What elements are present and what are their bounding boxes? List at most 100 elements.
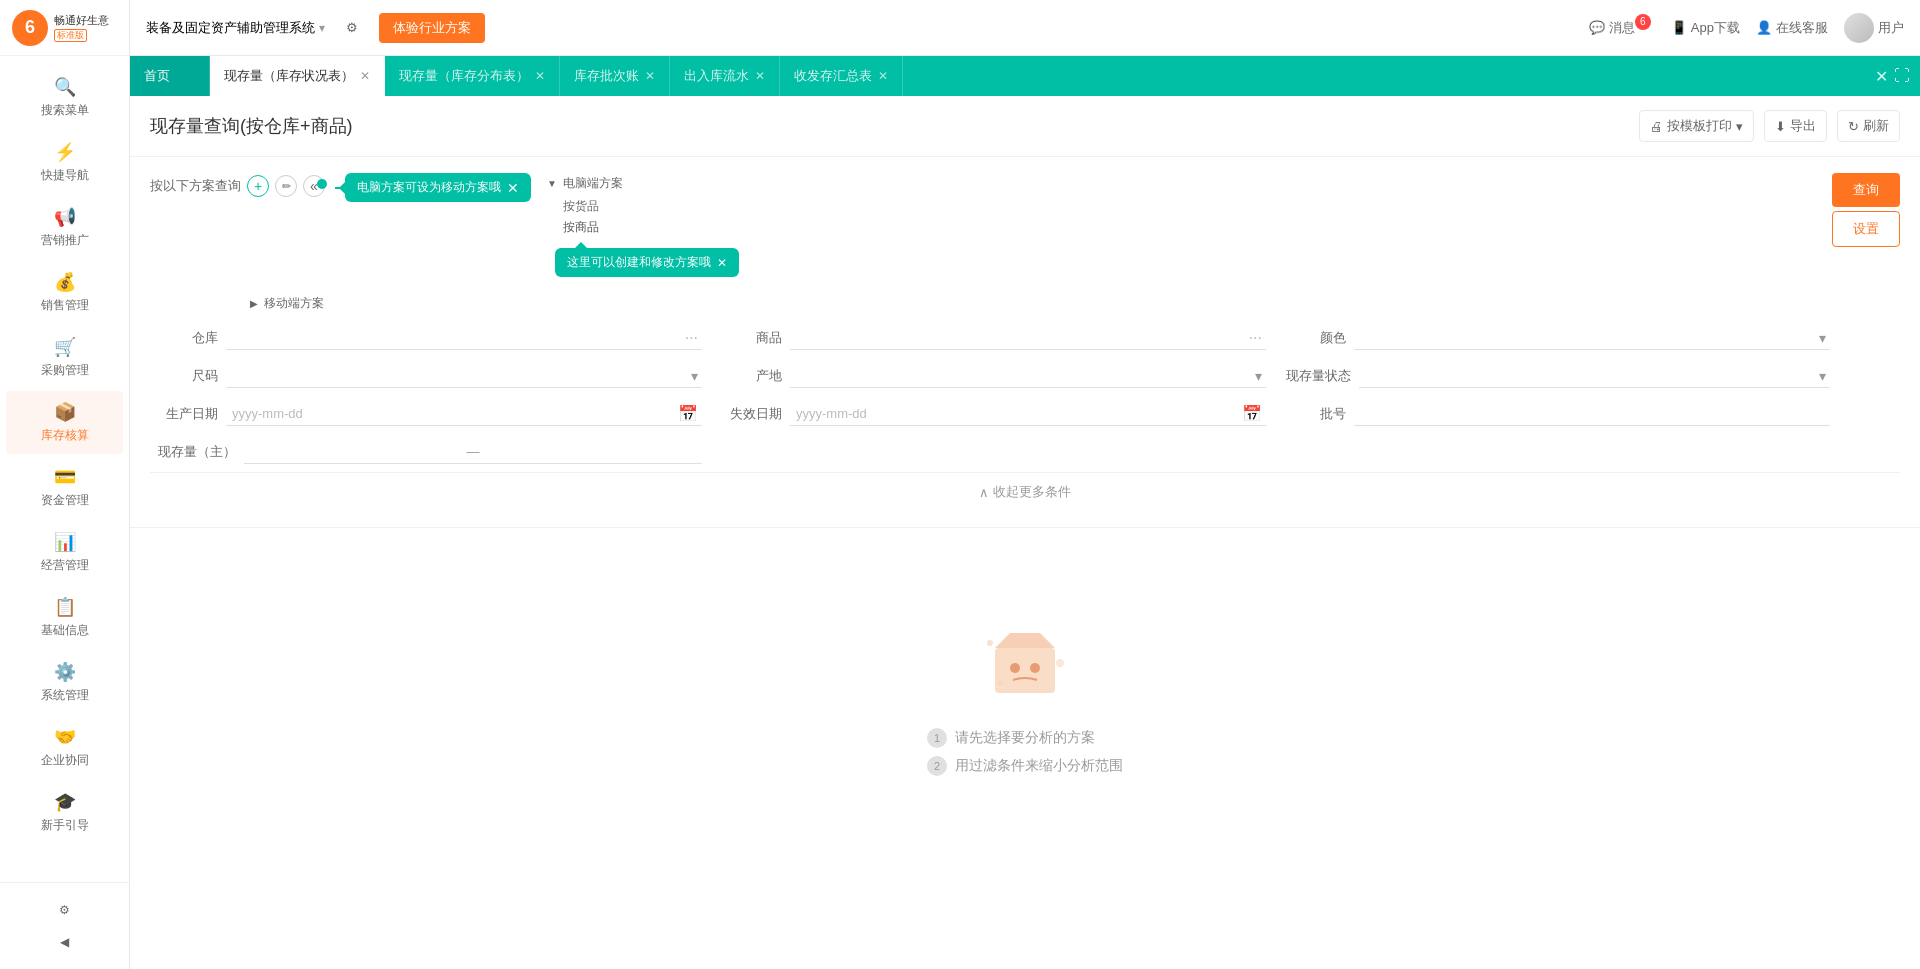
- sidebar-item-sales[interactable]: 💰 销售管理: [6, 261, 123, 324]
- tab-inout-flow[interactable]: 出入库流水 ✕: [670, 56, 780, 96]
- production-date-input[interactable]: [226, 402, 674, 425]
- filter-inventory-status: 现存量状态 ▾: [1286, 364, 1830, 388]
- production-date-calendar-icon[interactable]: 📅: [674, 404, 702, 423]
- scheme-item-by-goods[interactable]: 按货品: [547, 196, 739, 217]
- origin-input[interactable]: [790, 364, 1251, 387]
- scheme-item-by-commodity[interactable]: 按商品: [547, 217, 739, 238]
- sidebar-settings-btn[interactable]: ⚙: [6, 895, 123, 925]
- header-settings-btn[interactable]: ⚙: [337, 13, 367, 43]
- inventory-qty-label: 现存量（主）: [158, 443, 236, 461]
- inventory-qty-to[interactable]: [486, 440, 703, 463]
- tab-batch-account-close[interactable]: ✕: [645, 69, 655, 83]
- warehouse-input[interactable]: [226, 326, 681, 349]
- sidebar-item-label: 采购管理: [41, 362, 89, 379]
- phone-icon: 📱: [1671, 20, 1687, 35]
- sidebar-nav: 🔍 搜索菜单 ⚡ 快捷导航 📢 营销推广 💰 销售管理 🛒 采购管理 📦 库存核…: [0, 56, 129, 882]
- mobile-expand-icon: ▶: [250, 298, 258, 309]
- sidebar-collapse-btn[interactable]: ◀: [6, 927, 123, 957]
- color-input[interactable]: [1354, 326, 1815, 349]
- step-num-1: 1: [927, 728, 947, 748]
- tab-inventory-dist-close[interactable]: ✕: [535, 69, 545, 83]
- color-label: 颜色: [1286, 329, 1346, 347]
- scheme-desktop-label: 电脑端方案: [563, 175, 623, 192]
- svg-point-4: [1056, 659, 1064, 667]
- scheme-mobile-header[interactable]: ▶ 移动端方案: [250, 291, 1900, 316]
- tab-home[interactable]: 首页: [130, 56, 210, 96]
- quicknav-icon: ⚡: [54, 141, 76, 163]
- support-icon: 👤: [1756, 20, 1772, 35]
- tab-inventory-status-close[interactable]: ✕: [360, 69, 370, 83]
- template-print-btn[interactable]: 🖨 按模板打印 ▾: [1639, 110, 1754, 142]
- empty-illustration: [975, 608, 1075, 708]
- filter-add-btn[interactable]: +: [247, 175, 269, 197]
- tab-inventory-status[interactable]: 现存量（库存状况表） ✕: [210, 56, 385, 96]
- tooltip-1-close[interactable]: ✕: [507, 180, 519, 196]
- inventory-status-input[interactable]: [1359, 364, 1815, 387]
- sidebar-item-basic[interactable]: 📋 基础信息: [6, 586, 123, 649]
- warehouse-dots[interactable]: ···: [681, 329, 702, 347]
- top-header: 装备及固定资产辅助管理系统 ▾ ⚙ 体验行业方案 💬 消息 6 📱 App下载 …: [130, 0, 1920, 56]
- inventory-status-dropdown-icon[interactable]: ▾: [1815, 368, 1830, 384]
- reset-btn[interactable]: 设置: [1832, 211, 1900, 247]
- highlight-dot: [317, 179, 327, 189]
- color-dropdown-icon[interactable]: ▾: [1815, 330, 1830, 346]
- sidebar-item-purchase[interactable]: 🛒 采购管理: [6, 326, 123, 389]
- size-input[interactable]: [226, 364, 687, 387]
- sidebar-item-label: 基础信息: [41, 622, 89, 639]
- sidebar-item-search[interactable]: 🔍 搜索菜单: [6, 66, 123, 129]
- marketing-icon: 📢: [54, 206, 76, 228]
- sidebar-item-finance[interactable]: 💳 资金管理: [6, 456, 123, 519]
- tab-receive-summary[interactable]: 收发存汇总表 ✕: [780, 56, 903, 96]
- industry-btn[interactable]: 体验行业方案: [379, 13, 485, 43]
- origin-dropdown-icon[interactable]: ▾: [1251, 368, 1266, 384]
- empty-step-1: 1 请先选择要分析的方案: [927, 728, 1123, 748]
- sidebar-item-system[interactable]: ⚙️ 系统管理: [6, 651, 123, 714]
- tab-inventory-dist-label: 现存量（库存分布表）: [399, 67, 529, 85]
- tab-batch-account-label: 库存批次账: [574, 67, 639, 85]
- scheme-desktop-header[interactable]: ▼ 电脑端方案: [547, 171, 739, 196]
- inventory-qty-from[interactable]: [244, 440, 461, 463]
- system-name-select[interactable]: 装备及固定资产辅助管理系统 ▾: [146, 19, 325, 37]
- basic-icon: 📋: [54, 596, 76, 618]
- empty-steps: 1 请先选择要分析的方案 2 用过滤条件来缩小分析范围: [927, 728, 1123, 784]
- user-name-label: 用户: [1878, 19, 1904, 37]
- batch-input[interactable]: [1354, 402, 1830, 425]
- tooltip-2-close[interactable]: ✕: [717, 256, 727, 270]
- message-badge: 6: [1635, 14, 1651, 30]
- sidebar-item-enterprise[interactable]: 🤝 企业协同: [6, 716, 123, 779]
- commodity-input[interactable]: [790, 326, 1245, 349]
- collapse-btn[interactable]: ∧ 收起更多条件: [979, 483, 1071, 501]
- sidebar-item-operations[interactable]: 📊 经营管理: [6, 521, 123, 584]
- app-download-btn[interactable]: 📱 App下载: [1671, 19, 1740, 37]
- user-menu[interactable]: 用户: [1844, 13, 1904, 43]
- tab-fullscreen-icon[interactable]: ⛶: [1894, 67, 1910, 85]
- tab-inventory-status-label: 现存量（库存状况表）: [224, 67, 354, 85]
- tab-receive-summary-label: 收发存汇总表: [794, 67, 872, 85]
- filter-edit-btn[interactable]: ✏: [275, 175, 297, 197]
- tab-inventory-dist[interactable]: 现存量（库存分布表） ✕: [385, 56, 560, 96]
- commodity-dots[interactable]: ···: [1245, 329, 1266, 347]
- sidebar-item-guide[interactable]: 🎓 新手引导: [6, 781, 123, 844]
- origin-label: 产地: [722, 367, 782, 385]
- search-btn[interactable]: 查询: [1832, 173, 1900, 207]
- export-btn[interactable]: ⬇ 导出: [1764, 110, 1827, 142]
- inventory-status-label: 现存量状态: [1286, 367, 1351, 385]
- expiry-date-calendar-icon[interactable]: 📅: [1238, 404, 1266, 423]
- online-support-btn[interactable]: 👤 在线客服: [1756, 19, 1828, 37]
- sidebar-item-marketing[interactable]: 📢 营销推广: [6, 196, 123, 259]
- collapse-bottom-icon: ◀: [60, 935, 69, 949]
- size-dropdown-icon[interactable]: ▾: [687, 368, 702, 384]
- refresh-btn[interactable]: ↻ 刷新: [1837, 110, 1900, 142]
- tab-close-all-icon[interactable]: ✕: [1875, 67, 1888, 86]
- tab-batch-account[interactable]: 库存批次账 ✕: [560, 56, 670, 96]
- sidebar-item-inventory[interactable]: 📦 库存核算: [6, 391, 123, 454]
- logo-badge: 标准版: [54, 29, 87, 43]
- logo-area: 6 畅通好生意 标准版: [0, 0, 129, 56]
- sidebar-item-quicknav[interactable]: ⚡ 快捷导航: [6, 131, 123, 194]
- operations-icon: 📊: [54, 531, 76, 553]
- tab-receive-summary-close[interactable]: ✕: [878, 69, 888, 83]
- tab-inout-flow-close[interactable]: ✕: [755, 69, 765, 83]
- expiry-date-input[interactable]: [790, 402, 1238, 425]
- header-right: 💬 消息 6 📱 App下载 👤 在线客服 用户: [1589, 13, 1904, 43]
- messages-btn[interactable]: 💬 消息 6: [1589, 19, 1655, 37]
